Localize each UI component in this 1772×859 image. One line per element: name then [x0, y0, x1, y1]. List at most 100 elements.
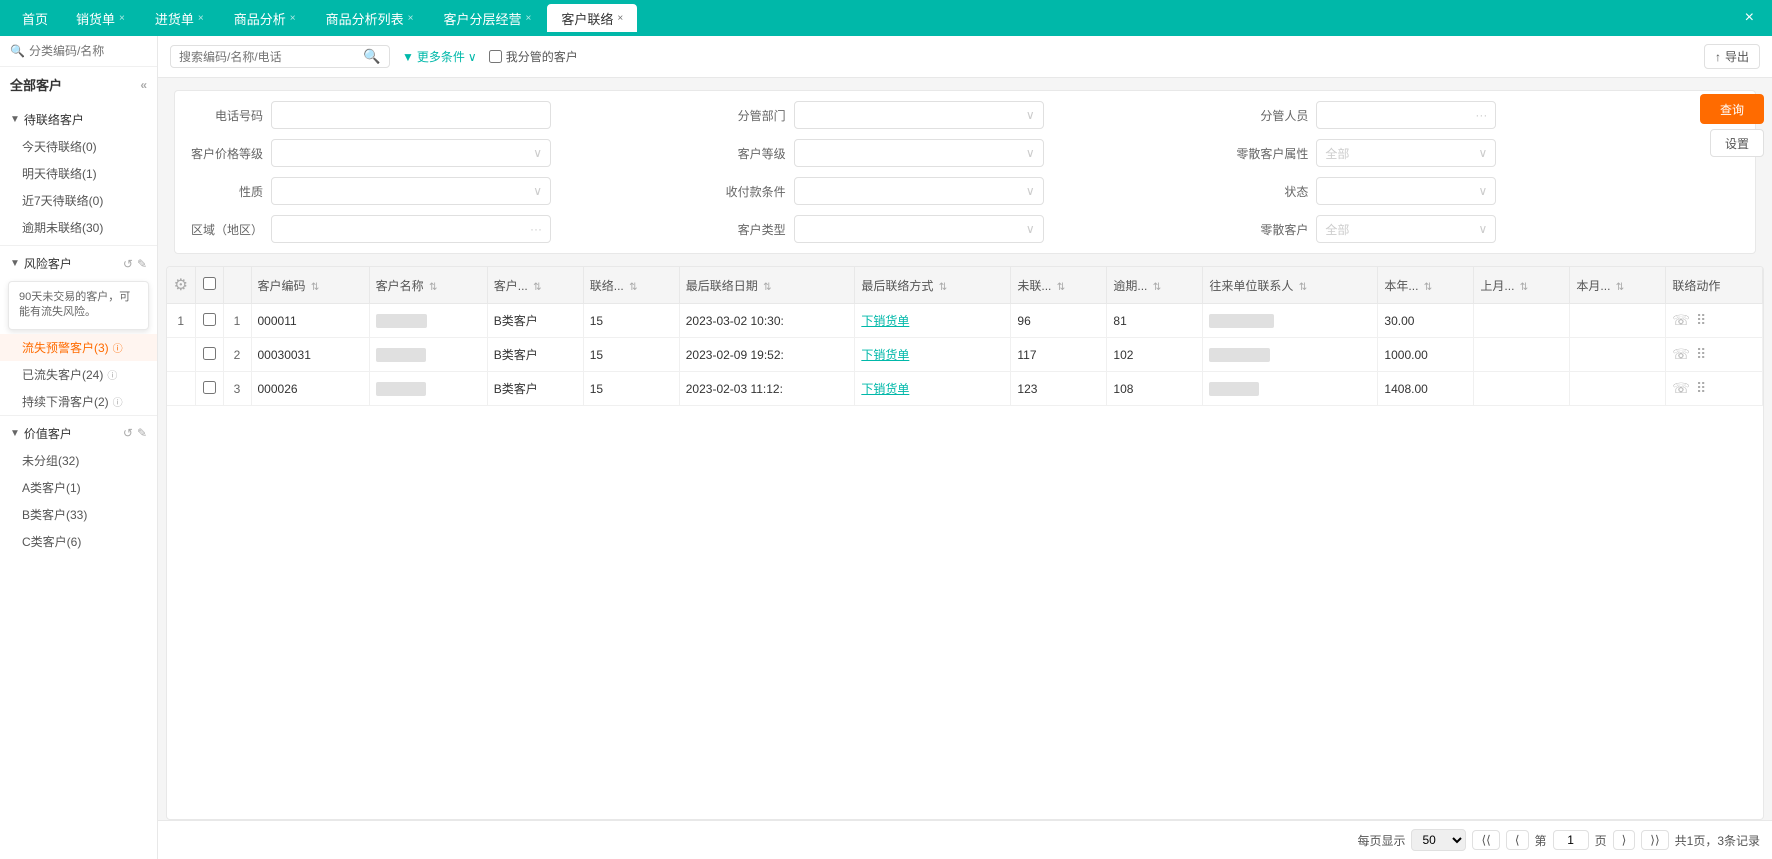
close-icon[interactable]: × [198, 13, 204, 24]
th-unit-contact: 往来单位联系人 ⇅ [1203, 267, 1378, 304]
row-checkbox[interactable] [203, 313, 216, 326]
last-page-button[interactable]: ⟩⟩ [1641, 830, 1668, 850]
region-select[interactable]: ··· [271, 215, 551, 243]
chevron-down-icon: ∨ [1026, 146, 1035, 160]
sort-icon[interactable]: ⇅ [939, 282, 947, 293]
refresh-icon[interactable]: ↺ [123, 257, 133, 271]
td-not-contacted: 123 [1011, 372, 1107, 406]
search-button[interactable]: 🔍 [363, 48, 380, 65]
nav-tab-analysis[interactable]: 商品分析 × [220, 4, 310, 32]
more-actions-icon[interactable]: ⠿ [1696, 346, 1706, 363]
last-way-link[interactable]: 下销货单 [861, 382, 909, 396]
sort-icon[interactable]: ⇅ [1153, 282, 1161, 293]
sidebar-group-value-title[interactable]: ▼ 价值客户 ↺ ✎ [0, 420, 157, 447]
search-input[interactable] [179, 50, 359, 64]
sidebar-item-churned[interactable]: 已流失客户(24) ⓘ [0, 361, 157, 388]
refresh-icon2[interactable]: ↺ [123, 426, 133, 440]
sidebar-item-class-c[interactable]: C类客户(6) [0, 528, 157, 555]
zero-customer-select[interactable]: 全部∨ [1316, 215, 1496, 243]
nav-tab-customer-contact[interactable]: 客户联络 × [547, 4, 637, 32]
query-button[interactable]: 查询 [1700, 94, 1764, 124]
row-checkbox[interactable] [203, 347, 216, 360]
sort-icon[interactable]: ⇅ [1057, 282, 1065, 293]
sidebar-item-overdue[interactable]: 逾期未联络(30) [0, 214, 157, 241]
last-way-link[interactable]: 下销货单 [861, 314, 909, 328]
zero-attr-select[interactable]: 全部∨ [1316, 139, 1496, 167]
nav-tab-analysis-list[interactable]: 商品分析列表 × [312, 4, 428, 32]
close-icon[interactable]: × [290, 13, 296, 24]
sidebar-item-week[interactable]: 近7天待联络(0) [0, 187, 157, 214]
more-actions-icon[interactable]: ⠿ [1696, 312, 1706, 329]
nav-tab-purchase[interactable]: 进货单 × [141, 4, 218, 32]
nav-tab-sales[interactable]: 销货单 × [62, 4, 139, 32]
td-name: ███ [369, 338, 487, 372]
close-all-button[interactable]: × [1737, 9, 1762, 27]
manager-select[interactable]: ··· [1316, 101, 1496, 129]
sort-icon[interactable]: ⇅ [1424, 282, 1432, 293]
sidebar-item-unclassified[interactable]: 未分组(32) [0, 447, 157, 474]
sidebar-all-customers[interactable]: 全部客户 « [0, 67, 157, 102]
sidebar-item-class-a[interactable]: A类客户(1) [0, 474, 157, 501]
nav-tab-home[interactable]: 首页 [10, 9, 60, 28]
sort-icon[interactable]: ⇅ [763, 282, 771, 293]
phone-input[interactable] [271, 101, 551, 129]
sort-icon[interactable]: ⇅ [1520, 282, 1528, 293]
last-way-link[interactable]: 下销货单 [861, 348, 909, 362]
price-level-select[interactable]: ∨ [271, 139, 551, 167]
sidebar-search-wrap: 🔍 [0, 36, 157, 67]
sidebar-item-class-b[interactable]: B类客户(33) [0, 501, 157, 528]
sort-icon[interactable]: ⇅ [1299, 282, 1307, 293]
filter-more-button[interactable]: ▼ 更多条件 ∨ [398, 48, 481, 65]
th-type: 客户... ⇅ [487, 267, 583, 304]
page-size-select[interactable]: 50 20 100 [1411, 829, 1466, 851]
customer-level-select[interactable]: ∨ [794, 139, 1044, 167]
customer-type-select[interactable]: ∨ [794, 215, 1044, 243]
select-all-checkbox[interactable] [203, 277, 216, 290]
column-settings-icon[interactable]: ⚙ [174, 277, 188, 294]
sort-icon[interactable]: ⇅ [1616, 282, 1624, 293]
more-actions-icon[interactable]: ⠿ [1696, 380, 1706, 397]
filter-pay-terms: 收付款条件 ∨ [714, 177, 1217, 205]
sidebar-item-drop-follow[interactable]: 持续下滑客户(2) ⓘ [0, 388, 157, 415]
export-button[interactable]: ↑ 导出 [1704, 44, 1760, 69]
sidebar-item-today[interactable]: 今天待联络(0) [0, 133, 157, 160]
zero-attr-label: 零散客户属性 [1236, 145, 1316, 162]
close-icon[interactable]: × [617, 13, 623, 24]
sidebar-item-churn-warning[interactable]: 流失预警客户(3) ⓘ [0, 334, 157, 361]
nav-tab-customer-tier[interactable]: 客户分层经营 × [429, 4, 545, 32]
edit-icon[interactable]: ✎ [137, 257, 147, 271]
sort-icon[interactable]: ⇅ [429, 282, 437, 293]
row-checkbox[interactable] [203, 381, 216, 394]
more-icon[interactable]: ··· [1475, 108, 1487, 122]
close-icon[interactable]: × [525, 13, 531, 24]
next-page-button[interactable]: ⟩ [1613, 830, 1636, 850]
collapse-icon[interactable]: « [140, 78, 147, 92]
contact-icon[interactable]: ☏ [1672, 380, 1690, 397]
close-icon[interactable]: × [119, 13, 125, 24]
close-icon[interactable]: × [408, 13, 414, 24]
page-input[interactable] [1553, 830, 1589, 850]
content-area: 🔍 ▼ 更多条件 ∨ 我分管的客户 ↑ 导出 电话号码 [158, 36, 1772, 859]
contact-icon[interactable]: ☏ [1672, 346, 1690, 363]
sort-icon[interactable]: ⇅ [629, 282, 637, 293]
arrow-icon: ▼ [10, 258, 20, 269]
edit-icon2[interactable]: ✎ [137, 426, 147, 440]
sidebar-item-tomorrow[interactable]: 明天待联络(1) [0, 160, 157, 187]
blurred-name: ███ [376, 382, 426, 396]
dept-select[interactable]: ∨ [794, 101, 1044, 129]
my-customers-checkbox-label[interactable]: 我分管的客户 [489, 48, 578, 65]
first-page-button[interactable]: ⟨⟨ [1472, 830, 1499, 850]
sidebar-group-pending-title[interactable]: ▼ 待联络客户 [0, 106, 157, 133]
status-select[interactable]: ∨ [1316, 177, 1496, 205]
prev-page-button[interactable]: ⟨ [1506, 830, 1529, 850]
pay-terms-select[interactable]: ∨ [794, 177, 1044, 205]
contact-icon[interactable]: ☏ [1672, 312, 1690, 329]
sidebar-group-risk-title[interactable]: ▼ 风险客户 ↺ ✎ [0, 250, 157, 277]
my-customers-checkbox[interactable] [489, 50, 502, 63]
sort-icon[interactable]: ⇅ [533, 282, 541, 293]
settings-button[interactable]: 设置 [1710, 129, 1764, 157]
nature-select[interactable]: ∨ [271, 177, 551, 205]
sidebar-search-input[interactable] [29, 44, 158, 58]
more-icon[interactable]: ··· [530, 222, 542, 236]
sort-icon[interactable]: ⇅ [311, 282, 319, 293]
